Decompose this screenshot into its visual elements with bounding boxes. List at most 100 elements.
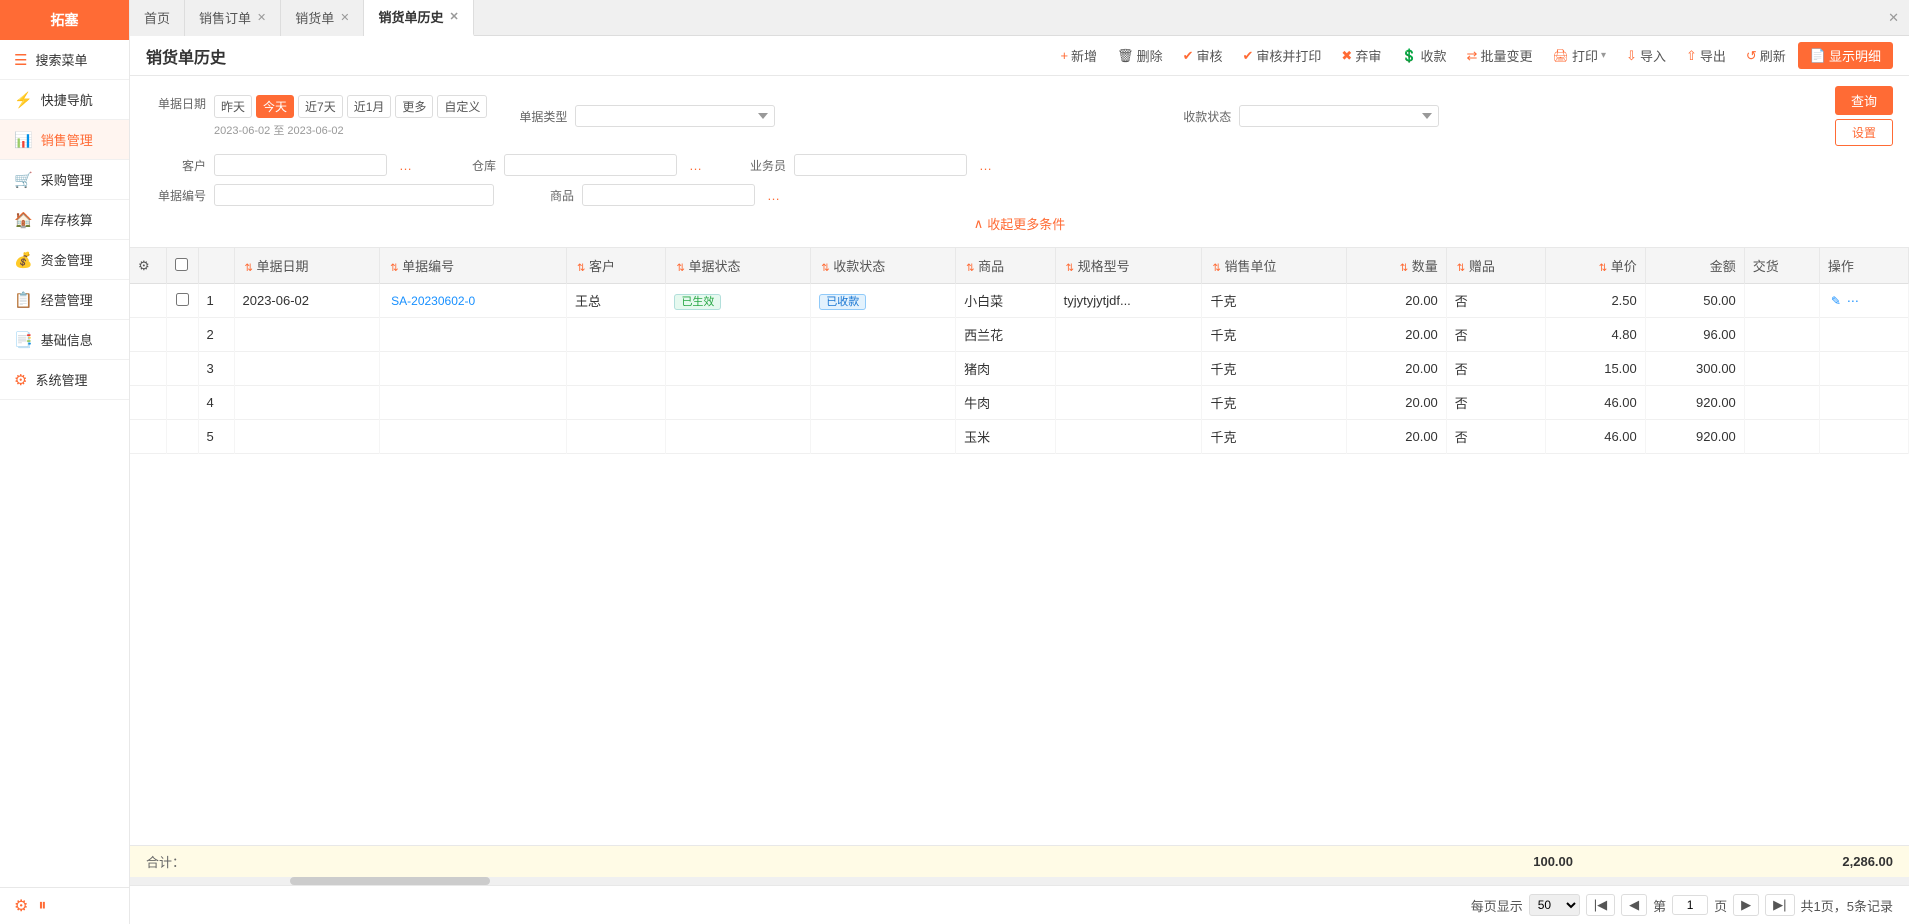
- batch-change-button[interactable]: ⇄ 批量变更: [1459, 42, 1541, 69]
- sidebar-item-sales-mgmt[interactable]: 📊 销售管理: [0, 120, 129, 160]
- close-sales-history-tab[interactable]: ✕: [450, 10, 459, 23]
- discard-button[interactable]: ✖ 弃审: [1333, 42, 1389, 69]
- row-checkbox[interactable]: [176, 293, 189, 306]
- cell-checkbox[interactable]: [166, 386, 198, 420]
- tab-sales-order[interactable]: 销售订单 ✕: [185, 0, 281, 36]
- salesperson-label: 业务员: [726, 157, 786, 174]
- total-info: 共1页，5条记录: [1801, 896, 1893, 915]
- col-spec[interactable]: ⇅ 规格型号: [1055, 248, 1202, 284]
- doc-type-select[interactable]: [575, 105, 775, 127]
- date-btn-7days[interactable]: 近7天: [298, 95, 343, 118]
- tab-sales-history[interactable]: 销货单历史 ✕: [364, 0, 473, 36]
- search-menu-icon: ☰: [14, 51, 27, 69]
- print-button[interactable]: 🖨 打印 ▾: [1544, 42, 1614, 69]
- set-button[interactable]: 设置: [1835, 119, 1893, 146]
- show-detail-button[interactable]: 📄 显示明细: [1798, 42, 1893, 69]
- cell-checkbox[interactable]: [166, 420, 198, 454]
- cell-doc-no[interactable]: SA-20230602-0: [380, 284, 567, 318]
- date-btn-custom[interactable]: 自定义: [437, 95, 487, 118]
- next-page-button[interactable]: ▶: [1733, 894, 1759, 916]
- close-sales-goods-tab[interactable]: ✕: [340, 11, 349, 24]
- cell-checkbox[interactable]: [166, 318, 198, 352]
- last-page-button[interactable]: ▶|: [1765, 894, 1794, 916]
- query-button[interactable]: 查询: [1835, 86, 1893, 115]
- col-checkbox[interactable]: [166, 248, 198, 284]
- cell-spec: [1055, 318, 1202, 352]
- customer-ellipsis[interactable]: …: [395, 158, 416, 173]
- warehouse-filter: 仓库 …: [436, 154, 706, 176]
- prev-page-button[interactable]: ◀: [1621, 894, 1647, 916]
- warehouse-input[interactable]: [504, 154, 677, 176]
- cell-doc-no[interactable]: [380, 386, 567, 420]
- cell-payment-status: 已收款: [811, 284, 956, 318]
- date-btn-more[interactable]: 更多: [395, 95, 433, 118]
- col-doc-no[interactable]: ⇅ 单据编号: [380, 248, 567, 284]
- col-qty[interactable]: ⇅ 数量: [1347, 248, 1446, 284]
- cell-doc-no[interactable]: [380, 318, 567, 352]
- col-unit[interactable]: ⇅ 销售单位: [1202, 248, 1347, 284]
- col-doc-status[interactable]: ⇅ 单据状态: [666, 248, 811, 284]
- col-payment-status[interactable]: ⇅ 收款状态: [811, 248, 956, 284]
- receive-button[interactable]: 💲 收款: [1393, 42, 1454, 69]
- audit-print-button[interactable]: ✔ 审核并打印: [1235, 42, 1330, 69]
- cell-doc-no[interactable]: [380, 420, 567, 454]
- delete-button[interactable]: 🗑 删除: [1109, 42, 1171, 69]
- customer-input[interactable]: [214, 154, 387, 176]
- cell-customer: [566, 318, 665, 352]
- col-unit-price[interactable]: ⇅ 单价: [1546, 248, 1645, 284]
- per-page-select[interactable]: 50 100 200: [1529, 894, 1580, 916]
- col-doc-date[interactable]: ⇅ 单据日期: [234, 248, 380, 284]
- first-page-button[interactable]: |◀: [1586, 894, 1615, 916]
- payment-status-select[interactable]: [1239, 105, 1439, 127]
- add-button[interactable]: + 新增: [1052, 42, 1105, 69]
- cell-action: [1819, 420, 1908, 454]
- salesperson-input[interactable]: [794, 154, 967, 176]
- sidebar-item-purchase-mgmt[interactable]: 🛒 采购管理: [0, 160, 129, 200]
- col-settings[interactable]: ⚙: [130, 248, 166, 284]
- col-goods[interactable]: ⇅ 商品: [956, 248, 1055, 284]
- cell-payment-status: [811, 318, 956, 352]
- settings-bottom-icon[interactable]: ⚙: [14, 896, 28, 916]
- sidebar-item-basic-info[interactable]: 📑 基础信息: [0, 320, 129, 360]
- goods-ellipsis[interactable]: …: [763, 188, 784, 203]
- goods-input[interactable]: [582, 184, 755, 206]
- audit-button[interactable]: ✔ 审核: [1175, 42, 1231, 69]
- date-btn-1month[interactable]: 近1月: [347, 95, 392, 118]
- cell-checkbox[interactable]: [166, 352, 198, 386]
- sidebar-item-inventory[interactable]: 🏠 库存核算: [0, 200, 129, 240]
- sidebar-item-finance[interactable]: 💰 资金管理: [0, 240, 129, 280]
- cell-seq: 2: [198, 318, 234, 352]
- sidebar-item-operations[interactable]: 📋 经营管理: [0, 280, 129, 320]
- col-gift[interactable]: ⇅ 赠品: [1446, 248, 1545, 284]
- tab-home[interactable]: 首页: [130, 0, 185, 36]
- select-all-checkbox[interactable]: [175, 258, 188, 271]
- cell-checkbox[interactable]: [166, 284, 198, 318]
- export-button[interactable]: ⇧ 导出: [1678, 42, 1734, 69]
- page-number-input[interactable]: [1672, 895, 1708, 915]
- doc-no-link[interactable]: SA-20230602-0: [391, 294, 475, 308]
- horizontal-scrollbar[interactable]: [130, 877, 1909, 885]
- scrollbar-thumb[interactable]: [290, 877, 490, 885]
- date-btn-today[interactable]: 今天: [256, 95, 294, 118]
- tab-close-all[interactable]: ✕: [1878, 10, 1909, 26]
- date-btn-yesterday[interactable]: 昨天: [214, 95, 252, 118]
- close-sales-order-tab[interactable]: ✕: [257, 11, 266, 24]
- warehouse-ellipsis[interactable]: …: [685, 158, 706, 173]
- pause-icon[interactable]: ⏸: [38, 897, 46, 915]
- col-customer[interactable]: ⇅ 客户: [566, 248, 665, 284]
- refresh-button[interactable]: ↺ 刷新: [1738, 42, 1794, 69]
- collapse-button[interactable]: ∧ 收起更多条件: [146, 214, 1893, 233]
- sidebar-item-label: 搜索菜单: [35, 50, 87, 69]
- cell-seq: 5: [198, 420, 234, 454]
- doc-number-input[interactable]: [214, 184, 494, 206]
- edit-action[interactable]: ✎: [1831, 294, 1841, 308]
- sidebar-item-system-mgmt[interactable]: ⚙ 系统管理: [0, 360, 129, 400]
- cell-doc-no[interactable]: [380, 352, 567, 386]
- tab-sales-goods[interactable]: 销货单 ✕: [281, 0, 364, 36]
- more-action[interactable]: ⋯: [1847, 294, 1859, 308]
- salesperson-ellipsis[interactable]: …: [975, 158, 996, 173]
- import-button[interactable]: ⇩ 导入: [1618, 42, 1674, 69]
- sidebar-item-quick-nav[interactable]: ⚡ 快捷导航: [0, 80, 129, 120]
- sidebar-item-search-menu[interactable]: ☰ 搜索菜单: [0, 40, 129, 80]
- filter-row-1: 单据日期 昨天 今天 近7天 近1月 更多 自定义 2023-06-02 至 2…: [146, 86, 1893, 146]
